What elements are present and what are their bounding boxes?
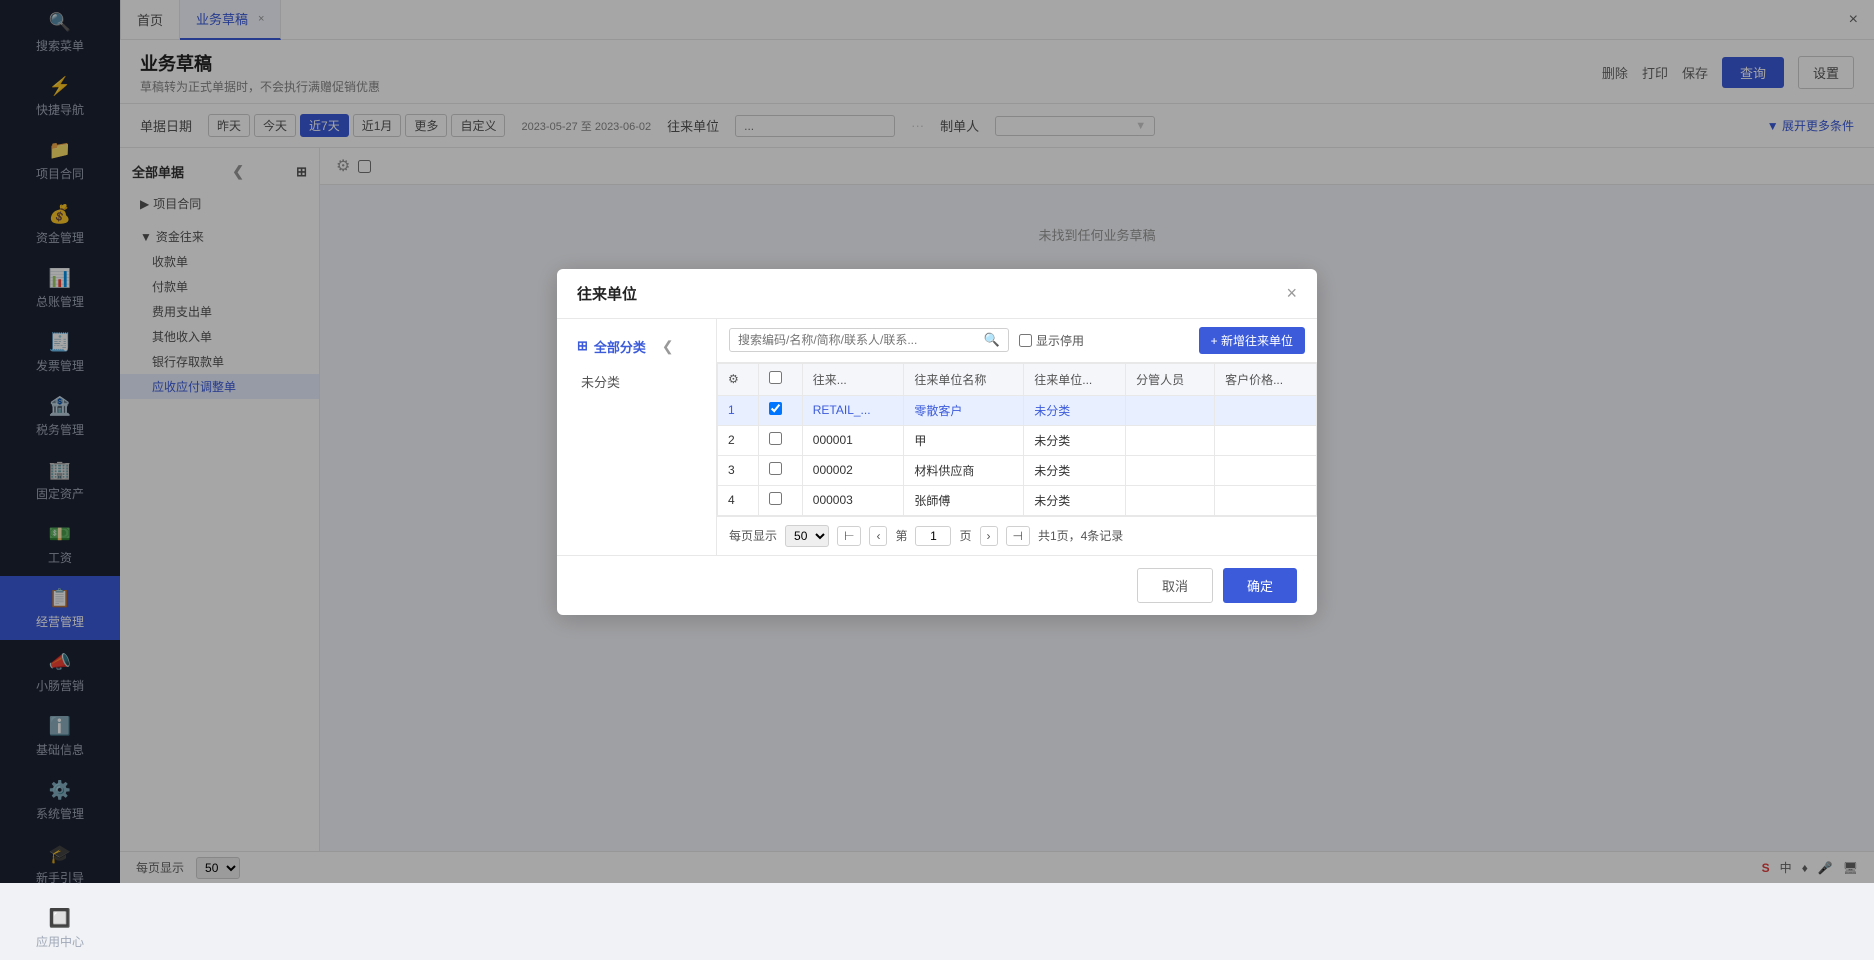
modal-overlay: 往来单位 × ⊞ 全部分类 ❮ 未分类 [0,0,1874,883]
col-manager: 分管人员 [1126,363,1215,395]
col-category: 往来单位... [1024,363,1126,395]
col-name: 往来单位名称 [904,363,1024,395]
page-label: 第 [895,527,907,544]
modal-search-box[interactable]: 🔍 [729,328,1009,352]
modal-category-unclassified[interactable]: 未分类 [557,366,716,397]
modal-body: ⊞ 全部分类 ❮ 未分类 🔍 显示停用 [557,319,1317,555]
modal-table: ⚙ 往来... 往来单位名称 往来单位... 分管人员 客户价格... [717,363,1317,516]
row-checkbox[interactable] [758,425,802,455]
row-num: 2 [718,425,759,455]
modal-close-button[interactable]: × [1286,283,1297,304]
show-disabled-checkbox[interactable] [1019,334,1032,347]
row-code: 000002 [802,455,904,485]
row-name: 材料供应商 [904,455,1024,485]
modal-category-nav: ⊞ 全部分类 ❮ 未分类 [557,319,717,555]
row-manager [1126,395,1215,425]
row-checkbox[interactable] [758,395,802,425]
page-suffix: 页 [959,527,971,544]
prev-page-btn[interactable]: ‹ [869,526,887,546]
row-category: 未分类 [1024,425,1126,455]
counterparty-table: ⚙ 往来... 往来单位名称 往来单位... 分管人员 客户价格... [717,363,1317,516]
row-category: 未分类 [1024,485,1126,515]
row-num: 3 [718,455,759,485]
show-disabled-checkbox-group: 显示停用 [1019,332,1084,349]
table-select-all[interactable] [769,371,782,384]
row-checkbox[interactable] [758,485,802,515]
row-code: 000003 [802,485,904,515]
page-number-input[interactable] [915,526,951,546]
row-price [1215,485,1317,515]
table-row[interactable]: 1 RETAIL_... 零散客户 未分类 [718,395,1317,425]
modal-nav-header-row: ⊞ 全部分类 ❮ [557,327,716,366]
row-checkbox[interactable] [758,455,802,485]
col-code: 往来... [802,363,904,395]
cancel-button[interactable]: 取消 [1137,568,1213,603]
table-row[interactable]: 4 000003 张師傅 未分类 [718,485,1317,515]
row-code: 000001 [802,425,904,455]
col-settings: ⚙ [718,363,759,395]
row-manager [1126,485,1215,515]
per-page-label: 每页显示 [729,527,777,544]
total-records: 共1页，4条记录 [1038,527,1123,544]
row-name: 张師傅 [904,485,1024,515]
appcenter-icon: 🔲 [49,908,71,929]
modal-per-page-select[interactable]: 50 [785,525,829,547]
confirm-button[interactable]: 确定 [1223,568,1297,603]
row-price [1215,455,1317,485]
sidebar-item-appcenter[interactable]: 🔲 应用中心 [0,896,120,960]
counterparty-modal: 往来单位 × ⊞ 全部分类 ❮ 未分类 [557,269,1317,615]
row-category: 未分类 [1024,455,1126,485]
next-page-btn[interactable]: › [980,526,998,546]
row-num: 1 [718,395,759,425]
modal-right-content: 🔍 显示停用 + 新增往来单位 ⚙ [717,319,1317,555]
row-price [1215,425,1317,455]
grid-icon: ⊞ [577,338,588,354]
search-icon: 🔍 [984,332,1000,348]
row-category: 未分类 [1024,395,1126,425]
modal-header: 往来单位 × [557,269,1317,319]
row-name: 零散客户 [904,395,1024,425]
last-page-btn[interactable]: ⊣ [1006,526,1030,546]
modal-search-input[interactable] [738,333,980,347]
modal-all-categories[interactable]: ⊞ 全部分类 [565,331,658,362]
table-row[interactable]: 2 000001 甲 未分类 [718,425,1317,455]
modal-toolbar: 🔍 显示停用 + 新增往来单位 [717,319,1317,363]
col-checkbox [758,363,802,395]
modal-nav-collapse-icon[interactable]: ❮ [658,334,678,359]
first-page-btn[interactable]: ⊢ [837,526,861,546]
row-manager [1126,425,1215,455]
table-row[interactable]: 3 000002 材料供应商 未分类 [718,455,1317,485]
modal-title: 往来单位 [577,283,1286,304]
modal-actions: 取消 确定 [557,555,1317,615]
row-num: 4 [718,485,759,515]
modal-pagination: 每页显示 50 ⊢ ‹ 第 页 › ⊣ 共1页，4条记录 [717,516,1317,555]
row-code: RETAIL_... [802,395,904,425]
add-counterparty-button[interactable]: + 新增往来单位 [1199,327,1305,354]
row-manager [1126,455,1215,485]
row-name: 甲 [904,425,1024,455]
col-price: 客户价格... [1215,363,1317,395]
row-price [1215,395,1317,425]
